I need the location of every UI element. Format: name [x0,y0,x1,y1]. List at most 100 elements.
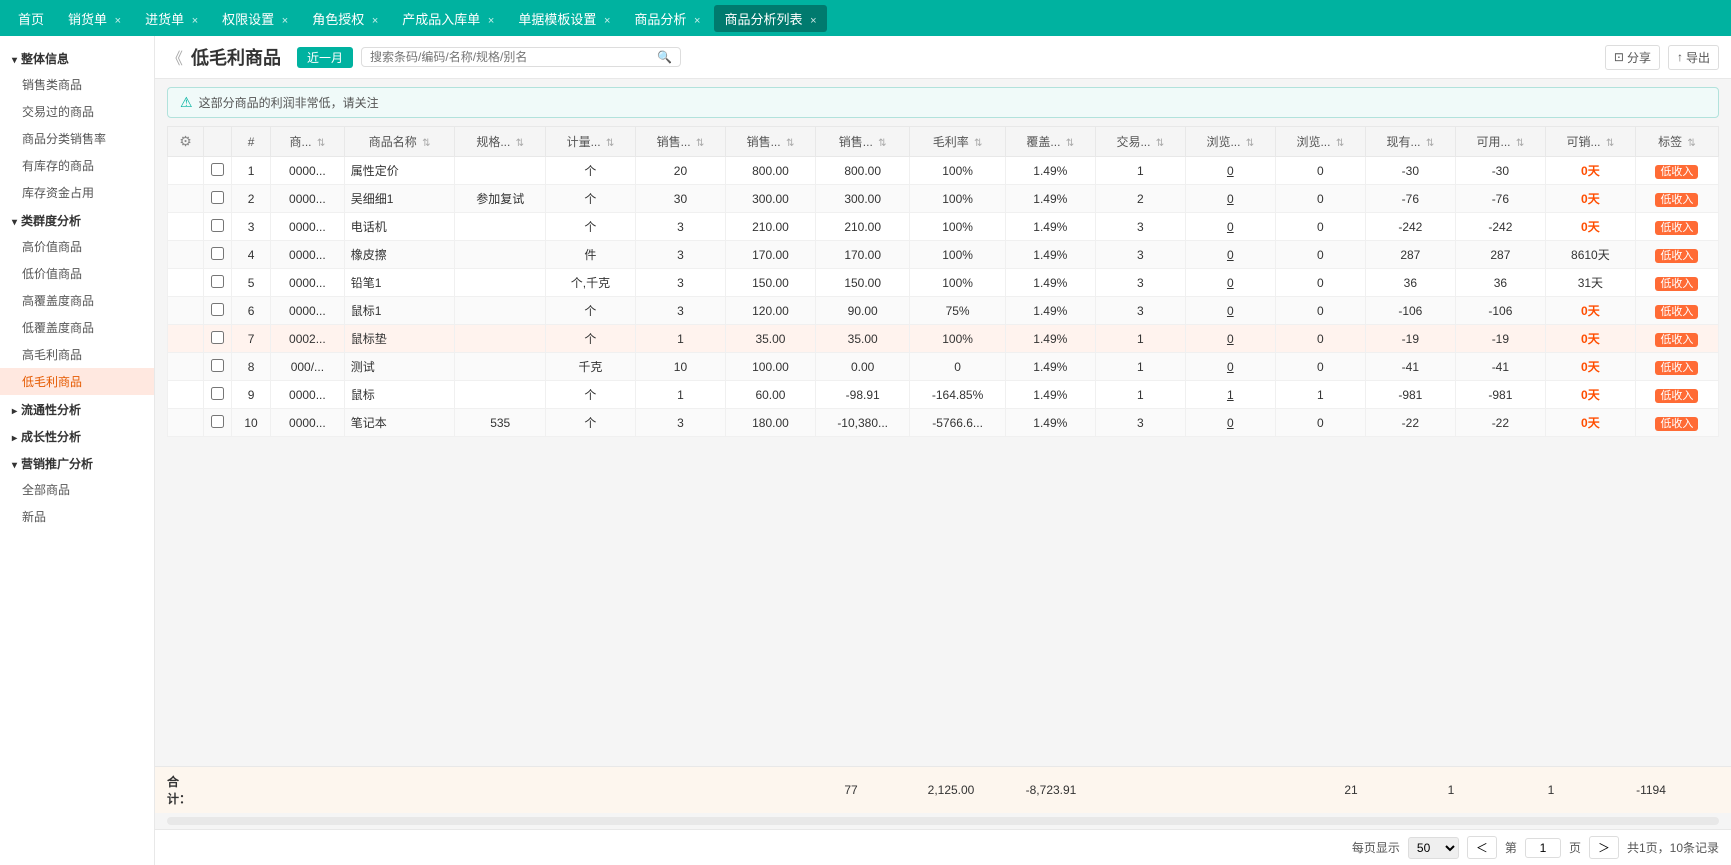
sales-price-col-header[interactable]: 销售... ⇅ [725,127,815,157]
view1-cell[interactable]: 1 [1185,381,1275,409]
footer-current-stock: -1194 [1611,783,1691,797]
current-stock-col-header[interactable]: 现有... ⇅ [1365,127,1455,157]
sidebar-item-traded[interactable]: 交易过的商品 [0,98,154,125]
page-number-input[interactable] [1525,838,1561,858]
sidebar-item-capital[interactable]: 库存资金占用 [0,179,154,206]
view1-cell[interactable]: 0 [1185,325,1275,353]
cover-rate-col-header[interactable]: 覆盖... ⇅ [1005,127,1095,157]
nav-role[interactable]: 角色授权 × [302,5,388,32]
nav-permission[interactable]: 权限设置 × [212,5,298,32]
spec-cell [455,241,545,269]
checkbox-cell[interactable] [204,297,232,325]
view1-cell[interactable]: 0 [1185,297,1275,325]
view1-cell[interactable]: 0 [1185,409,1275,437]
sidebar-item-all[interactable]: 全部商品 [0,476,154,503]
data-table: ⚙ # 商... ⇅ 商品名称 ⇅ 规格... ⇅ 计量... ⇅ 销售... … [167,126,1719,437]
export-button[interactable]: ↑ 导出 [1668,45,1719,70]
settings-icon[interactable]: ⚙ [179,133,192,149]
notice-text: 这部分商品的利润非常低，请关注 [199,94,379,111]
sidebar-group-overall[interactable]: ▾整体信息 [0,44,154,71]
table-row: 5 0000... 铅笔1 个,千克 3 150.00 150.00 100% … [168,269,1719,297]
name-col-header[interactable]: 商品名称 ⇅ [344,127,455,157]
unit-cell: 个 [545,297,635,325]
spec-cell [455,157,545,185]
seq-cell: 9 [232,381,271,409]
trade-count-cell: 2 [1095,185,1185,213]
prev-page-btn[interactable]: ＜ [1467,836,1497,859]
view1-col-header[interactable]: 浏览... ⇅ [1185,127,1275,157]
sales-qty-col-header[interactable]: 销售... ⇅ [635,127,725,157]
view2-cell: 0 [1275,409,1365,437]
footer-sales-amount: -8,723.91 [1011,783,1091,797]
checkbox-cell[interactable] [204,381,232,409]
page-label: 第 [1505,839,1517,856]
sidebar-item-high-value[interactable]: 高价值商品 [0,233,154,260]
checkbox-cell[interactable] [204,409,232,437]
table-row: 10 0000... 笔记本 535 个 3 180.00 -10,380...… [168,409,1719,437]
view1-cell[interactable]: 0 [1185,269,1275,297]
sidebar-item-high-margin[interactable]: 高毛利商品 [0,341,154,368]
sidebar-group-growth[interactable]: ▸成长性分析 [0,422,154,449]
checkbox-cell[interactable] [204,269,232,297]
sidebar-group-flow[interactable]: ▸流通性分析 [0,395,154,422]
sidebar-item-low-margin[interactable]: 低毛利商品 [0,368,154,395]
view1-cell[interactable]: 0 [1185,353,1275,381]
checkbox-cell[interactable] [204,325,232,353]
spec-col-header[interactable]: 规格... ⇅ [455,127,545,157]
search-input[interactable] [370,50,657,64]
sidebar-collapse-btn[interactable]: 《 [167,45,183,69]
sales-amount-cell: 35.00 [815,325,909,353]
nav-sales[interactable]: 销货单 × [58,5,131,32]
checkbox-cell[interactable] [204,241,232,269]
available-col-header[interactable]: 可用... ⇅ [1455,127,1545,157]
checkbox-cell[interactable] [204,353,232,381]
sales-amount-col-header[interactable]: 销售... ⇅ [815,127,909,157]
code-col-header[interactable]: 商... ⇅ [271,127,345,157]
gross-rate-cell: 100% [910,157,1005,185]
sidebar-item-new[interactable]: 新品 [0,503,154,530]
unit-cell: 个 [545,381,635,409]
sidebar-item-sales-products[interactable]: 销售类商品 [0,71,154,98]
view1-cell[interactable]: 0 [1185,185,1275,213]
sales-qty-cell: 10 [635,353,725,381]
current-stock-cell: -76 [1365,185,1455,213]
share-button[interactable]: ⊡ 分享 [1605,45,1660,70]
saleable-col-header[interactable]: 可销... ⇅ [1545,127,1635,157]
sidebar-item-category-rate[interactable]: 商品分类销售率 [0,125,154,152]
name-cell: 鼠标 [344,381,455,409]
sidebar-group-cluster[interactable]: ▾类群度分析 [0,206,154,233]
nav-analysis[interactable]: 商品分析 × [624,5,710,32]
sidebar-item-high-coverage[interactable]: 高覆盖度商品 [0,287,154,314]
view2-col-header[interactable]: 浏览... ⇅ [1275,127,1365,157]
checkbox-cell[interactable] [204,213,232,241]
checkbox-cell[interactable] [204,185,232,213]
checkbox-cell[interactable] [204,157,232,185]
sidebar-group-marketing[interactable]: ▾营销推广分析 [0,449,154,476]
view1-cell[interactable]: 0 [1185,157,1275,185]
gross-rate-col-header[interactable]: 毛利率 ⇅ [910,127,1005,157]
view2-cell: 0 [1275,185,1365,213]
unit-col-header[interactable]: 计量... ⇅ [545,127,635,157]
sales-price-cell: 35.00 [725,325,815,353]
nav-analysis-list[interactable]: 商品分析列表 × [714,5,826,32]
sidebar-item-low-value[interactable]: 低价值商品 [0,260,154,287]
horizontal-scrollbar[interactable] [167,817,1719,825]
nav-home[interactable]: 首页 [8,5,54,32]
search-icon[interactable]: 🔍 [657,50,672,64]
next-page-btn[interactable]: ＞ [1589,836,1619,859]
nav-template[interactable]: 单据模板设置 × [508,5,620,32]
tag-col-header[interactable]: 标签 ⇅ [1635,127,1718,157]
page-size-select[interactable]: 50 100 200 [1408,837,1459,859]
period-button[interactable]: 近一月 [297,47,353,68]
trade-count-cell: 3 [1095,409,1185,437]
settings-cell [168,185,204,213]
view1-cell[interactable]: 0 [1185,213,1275,241]
view1-cell[interactable]: 0 [1185,241,1275,269]
settings-col-header[interactable]: ⚙ [168,127,204,157]
sales-price-cell: 800.00 [725,157,815,185]
sidebar-item-low-coverage[interactable]: 低覆盖度商品 [0,314,154,341]
nav-product-in[interactable]: 产成品入库单 × [392,5,504,32]
nav-purchase[interactable]: 进货单 × [135,5,208,32]
trade-count-col-header[interactable]: 交易... ⇅ [1095,127,1185,157]
sidebar-item-stocked[interactable]: 有库存的商品 [0,152,154,179]
